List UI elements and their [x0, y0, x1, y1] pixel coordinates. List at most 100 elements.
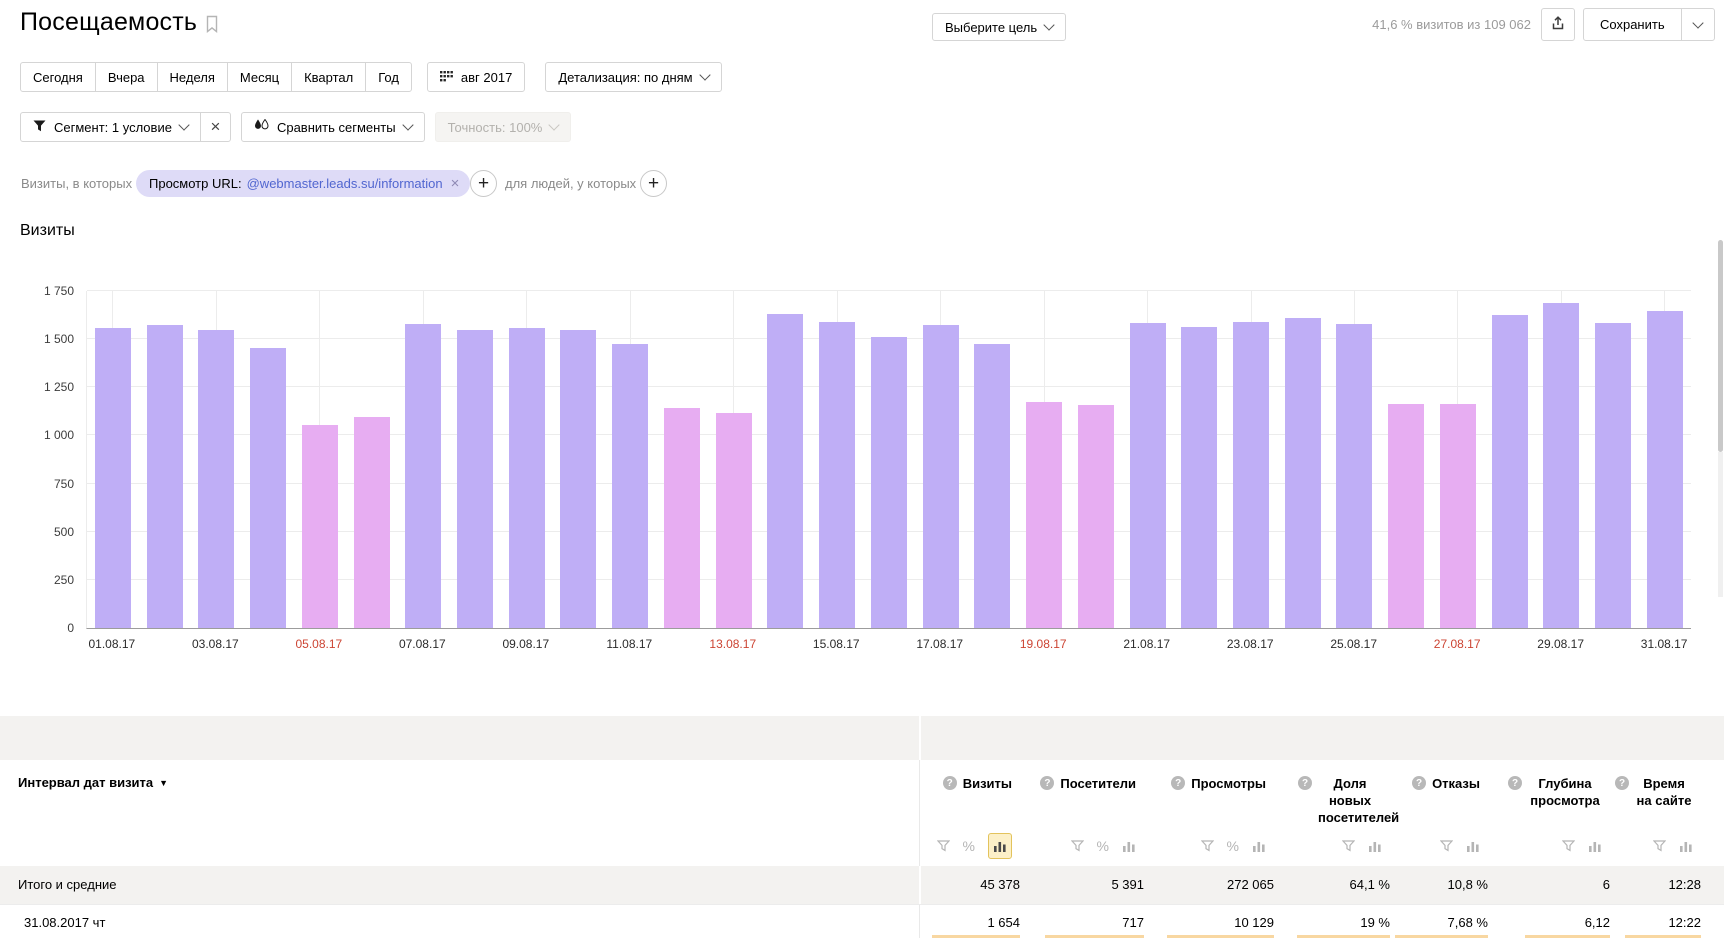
chart-y-axis: 0 250 500 750 1 000 1 250 1 500 1 750	[0, 284, 74, 635]
visits-bar[interactable]	[560, 330, 597, 628]
segment-button[interactable]: Сегмент: 1 условие	[20, 112, 201, 142]
visits-bar[interactable]	[974, 344, 1011, 628]
visits-bar[interactable]	[94, 328, 131, 628]
y-axis-label: 0	[67, 621, 74, 635]
row-dimension-header[interactable]: Интервал дат визита ▼	[18, 775, 168, 790]
url-filter-chip[interactable]: Просмотр URL: @webmaster.leads.su/inform…	[136, 170, 471, 197]
help-icon[interactable]: ?	[942, 776, 957, 790]
visits-bar[interactable]	[1233, 322, 1270, 628]
visits-bar[interactable]	[819, 322, 856, 628]
visits-bar[interactable]	[1595, 323, 1632, 628]
help-icon[interactable]: ?	[1615, 776, 1629, 790]
visits-bar[interactable]	[1646, 311, 1683, 628]
visits-bar[interactable]	[870, 337, 907, 628]
visits-bar[interactable]	[1439, 404, 1476, 628]
visits-bar[interactable]	[1284, 318, 1321, 628]
help-icon[interactable]: ?	[1171, 776, 1186, 790]
visits-bar[interactable]	[301, 425, 338, 628]
table-row[interactable]: 31.08.2017 чт 1 654 717 10 129 19 % 7,68 % 6,…	[0, 904, 1724, 938]
visits-bar[interactable]	[198, 330, 235, 628]
row-value-text: 717	[1122, 915, 1144, 930]
column-filters-7	[1612, 833, 1703, 859]
visits-bar[interactable]	[715, 413, 752, 628]
visits-bar[interactable]	[250, 348, 287, 628]
percent-icon[interactable]: %	[1097, 836, 1109, 856]
export-button[interactable]	[1541, 8, 1575, 41]
percent-icon[interactable]: %	[963, 836, 975, 856]
x-axis-label: 27.08.17	[1433, 637, 1481, 651]
hist-icon[interactable]	[1368, 836, 1382, 856]
hist-icon[interactable]	[1122, 836, 1136, 856]
select-goal-button[interactable]: Выберите цель	[932, 13, 1067, 41]
visits-bar[interactable]	[1026, 402, 1063, 628]
visits-bar[interactable]	[1388, 404, 1425, 628]
hist-icon[interactable]	[988, 833, 1012, 859]
column-filter-icons: %%%	[919, 833, 1703, 859]
x-axis-label: 13.08.17	[709, 637, 757, 651]
filter-icon[interactable]	[1562, 836, 1575, 856]
preset-button-3[interactable]: Неделя	[156, 62, 228, 92]
help-icon[interactable]: ?	[1040, 776, 1055, 790]
chip-url-value[interactable]: @webmaster.leads.su/information	[247, 176, 443, 191]
totals-value: 12:28	[1668, 877, 1701, 892]
visits-bar[interactable]	[146, 325, 183, 628]
row-value: 19 %	[1276, 915, 1392, 938]
visits-bar[interactable]	[1336, 324, 1373, 628]
visits-bar[interactable]	[767, 314, 804, 628]
x-axis-label: 19.08.17	[1019, 637, 1067, 651]
row-value: 10 129	[1146, 915, 1276, 938]
preset-button-1[interactable]: Сегодня	[20, 62, 96, 92]
compare-segments-button[interactable]: Сравнить сегменты	[240, 112, 425, 142]
row-value: 1 654	[919, 915, 1022, 938]
help-icon[interactable]: ?	[1508, 776, 1522, 790]
visits-bar[interactable]	[612, 344, 649, 628]
help-icon[interactable]: ?	[1412, 776, 1427, 790]
bar-slot	[915, 291, 967, 628]
save-dropdown[interactable]	[1680, 8, 1714, 41]
bar-slot	[1225, 291, 1277, 628]
preset-button-5[interactable]: Квартал	[291, 62, 367, 92]
filter-icon[interactable]	[936, 836, 950, 856]
visits-bar[interactable]	[405, 324, 442, 628]
visits-bar[interactable]	[1129, 323, 1166, 628]
hist-icon[interactable]	[1466, 836, 1480, 856]
bookmark-icon[interactable]	[205, 15, 219, 36]
visits-bar[interactable]	[508, 328, 545, 628]
filter-icon[interactable]	[1440, 836, 1453, 856]
help-icon[interactable]: ?	[1298, 776, 1312, 790]
scrollbar-thumb[interactable]	[1718, 240, 1723, 452]
hist-icon[interactable]	[1252, 836, 1266, 856]
x-axis-label: 01.08.17	[88, 637, 136, 651]
add-people-condition-button[interactable]: +	[640, 170, 667, 197]
save-button[interactable]: Сохранить	[1583, 8, 1715, 41]
chart-bars	[87, 291, 1691, 628]
row-value-text: 12:22	[1668, 915, 1701, 930]
preset-button-4[interactable]: Месяц	[226, 62, 293, 92]
hist-icon[interactable]	[1588, 836, 1602, 856]
filter-icon[interactable]	[1200, 836, 1214, 856]
visits-bar[interactable]	[1077, 405, 1114, 628]
add-visit-condition-button[interactable]: +	[470, 170, 497, 197]
visits-bar[interactable]	[353, 417, 390, 628]
filter-icon[interactable]	[1070, 836, 1084, 856]
visits-bar[interactable]	[457, 330, 493, 628]
hist-icon[interactable]	[1679, 836, 1693, 856]
visits-bar[interactable]	[922, 325, 959, 628]
preset-button-6[interactable]: Год	[365, 62, 412, 92]
percent-icon[interactable]: %	[1227, 836, 1239, 856]
filter-icon[interactable]	[1653, 836, 1666, 856]
detail-level-button[interactable]: Детализация: по дням	[545, 62, 722, 92]
filter-icon[interactable]	[1342, 836, 1355, 856]
calendar-button[interactable]: авг 2017	[426, 62, 526, 92]
bar-slot	[397, 291, 449, 628]
visits-bar[interactable]	[1543, 303, 1580, 628]
row-value: 12:22	[1612, 915, 1703, 938]
bar-slot	[1484, 291, 1536, 628]
segment-clear-button[interactable]: ×	[199, 112, 231, 142]
preset-button-2[interactable]: Вчера	[94, 62, 158, 92]
chip-close-icon[interactable]: ×	[451, 175, 460, 192]
chevron-down-icon	[401, 119, 414, 131]
visits-bar[interactable]	[1181, 327, 1218, 628]
visits-bar[interactable]	[663, 408, 700, 628]
visits-bar[interactable]	[1491, 315, 1528, 628]
